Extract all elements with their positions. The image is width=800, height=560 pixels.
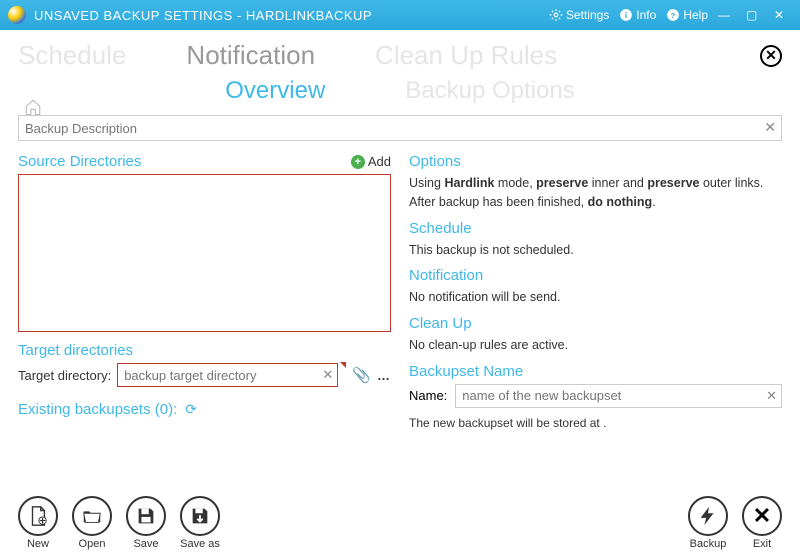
clear-target-icon[interactable]: ✕ — [322, 367, 333, 383]
attachment-icon[interactable]: 📎 — [352, 366, 371, 384]
tab-notification[interactable]: Notification — [186, 40, 315, 71]
save-as-icon — [189, 505, 211, 527]
target-directory-input[interactable] — [118, 368, 337, 383]
browse-button[interactable]: … — [377, 368, 391, 383]
help-link[interactable]: ?Help — [666, 8, 708, 22]
exit-button[interactable]: ✕ Exit — [742, 496, 782, 550]
svg-text:?: ? — [671, 11, 676, 20]
save-as-button[interactable]: Save as — [180, 496, 220, 550]
cleanup-text: No clean-up rules are active. — [409, 336, 782, 355]
description-input[interactable] — [18, 115, 782, 141]
save-icon — [135, 505, 157, 527]
backup-button[interactable]: Backup — [688, 496, 728, 550]
home-button[interactable] — [24, 98, 42, 116]
source-directories-header: Source Directories + Add — [18, 153, 391, 170]
add-source-button[interactable]: + Add — [351, 154, 391, 169]
clear-name-icon[interactable]: ✕ — [766, 388, 777, 404]
backupset-name-input[interactable] — [456, 388, 781, 403]
new-button[interactable]: New — [18, 496, 58, 550]
source-directories-list[interactable] — [18, 174, 391, 332]
notification-header: Notification — [409, 267, 782, 284]
window-title: UNSAVED BACKUP SETTINGS - HARDLINKBACKUP — [34, 8, 549, 23]
settings-link[interactable]: Settings — [549, 8, 609, 22]
titlebar: UNSAVED BACKUP SETTINGS - HARDLINKBACKUP… — [0, 0, 800, 30]
notification-text: No notification will be send. — [409, 288, 782, 307]
plus-icon: + — [351, 155, 365, 169]
error-indicator-icon — [340, 362, 346, 368]
schedule-header: Schedule — [409, 220, 782, 237]
right-column: Options Using Hardlink mode, preserve in… — [409, 149, 782, 438]
backupset-name-header: Backupset Name — [409, 363, 782, 380]
close-panel-button[interactable]: ✕ — [760, 45, 782, 67]
info-icon: i — [619, 8, 633, 22]
cleanup-header: Clean Up — [409, 315, 782, 332]
options-text: Using Hardlink mode, preserve inner and … — [409, 174, 782, 212]
target-directory-label: Target directory: — [18, 368, 111, 383]
home-icon — [24, 98, 42, 116]
clear-description-icon[interactable]: ✕ — [764, 119, 776, 136]
bottom-toolbar: New Open Save Save as Backup ✕ Exit — [18, 496, 782, 550]
name-field: ✕ — [455, 384, 782, 408]
open-folder-icon — [81, 505, 103, 527]
primary-tabs: Schedule Notification Clean Up Rules ✕ — [0, 30, 800, 71]
refresh-icon[interactable]: ⟳ — [185, 401, 197, 418]
description-row: ✕ — [18, 115, 782, 141]
target-directory-field: ✕ — [117, 363, 338, 387]
schedule-text: This backup is not scheduled. — [409, 241, 782, 260]
info-link[interactable]: iInfo — [619, 8, 656, 22]
svg-text:i: i — [625, 11, 627, 20]
lightning-icon — [697, 505, 719, 527]
options-header: Options — [409, 153, 782, 170]
tab-schedule[interactable]: Schedule — [18, 40, 126, 71]
open-button[interactable]: Open — [72, 496, 112, 550]
store-location-note: The new backupset will be stored at . — [409, 416, 782, 430]
name-label: Name: — [409, 388, 447, 403]
close-button[interactable]: ✕ — [774, 8, 792, 22]
left-column: Source Directories + Add Target director… — [18, 149, 391, 438]
save-button[interactable]: Save — [126, 496, 166, 550]
maximize-button[interactable]: ▢ — [746, 8, 764, 22]
tab-cleanup[interactable]: Clean Up Rules — [375, 40, 557, 71]
gear-icon — [549, 8, 563, 22]
minimize-button[interactable]: — — [718, 8, 736, 22]
existing-backupsets-header: Existing backupsets (0): ⟳ — [18, 401, 391, 418]
new-file-icon — [27, 505, 49, 527]
help-icon: ? — [666, 8, 680, 22]
secondary-tabs: Overview Backup Options — [0, 71, 800, 115]
tab-backup-options[interactable]: Backup Options — [405, 77, 574, 105]
target-directories-header: Target directories — [18, 342, 391, 359]
app-icon — [8, 6, 26, 24]
tab-overview[interactable]: Overview — [225, 77, 325, 105]
